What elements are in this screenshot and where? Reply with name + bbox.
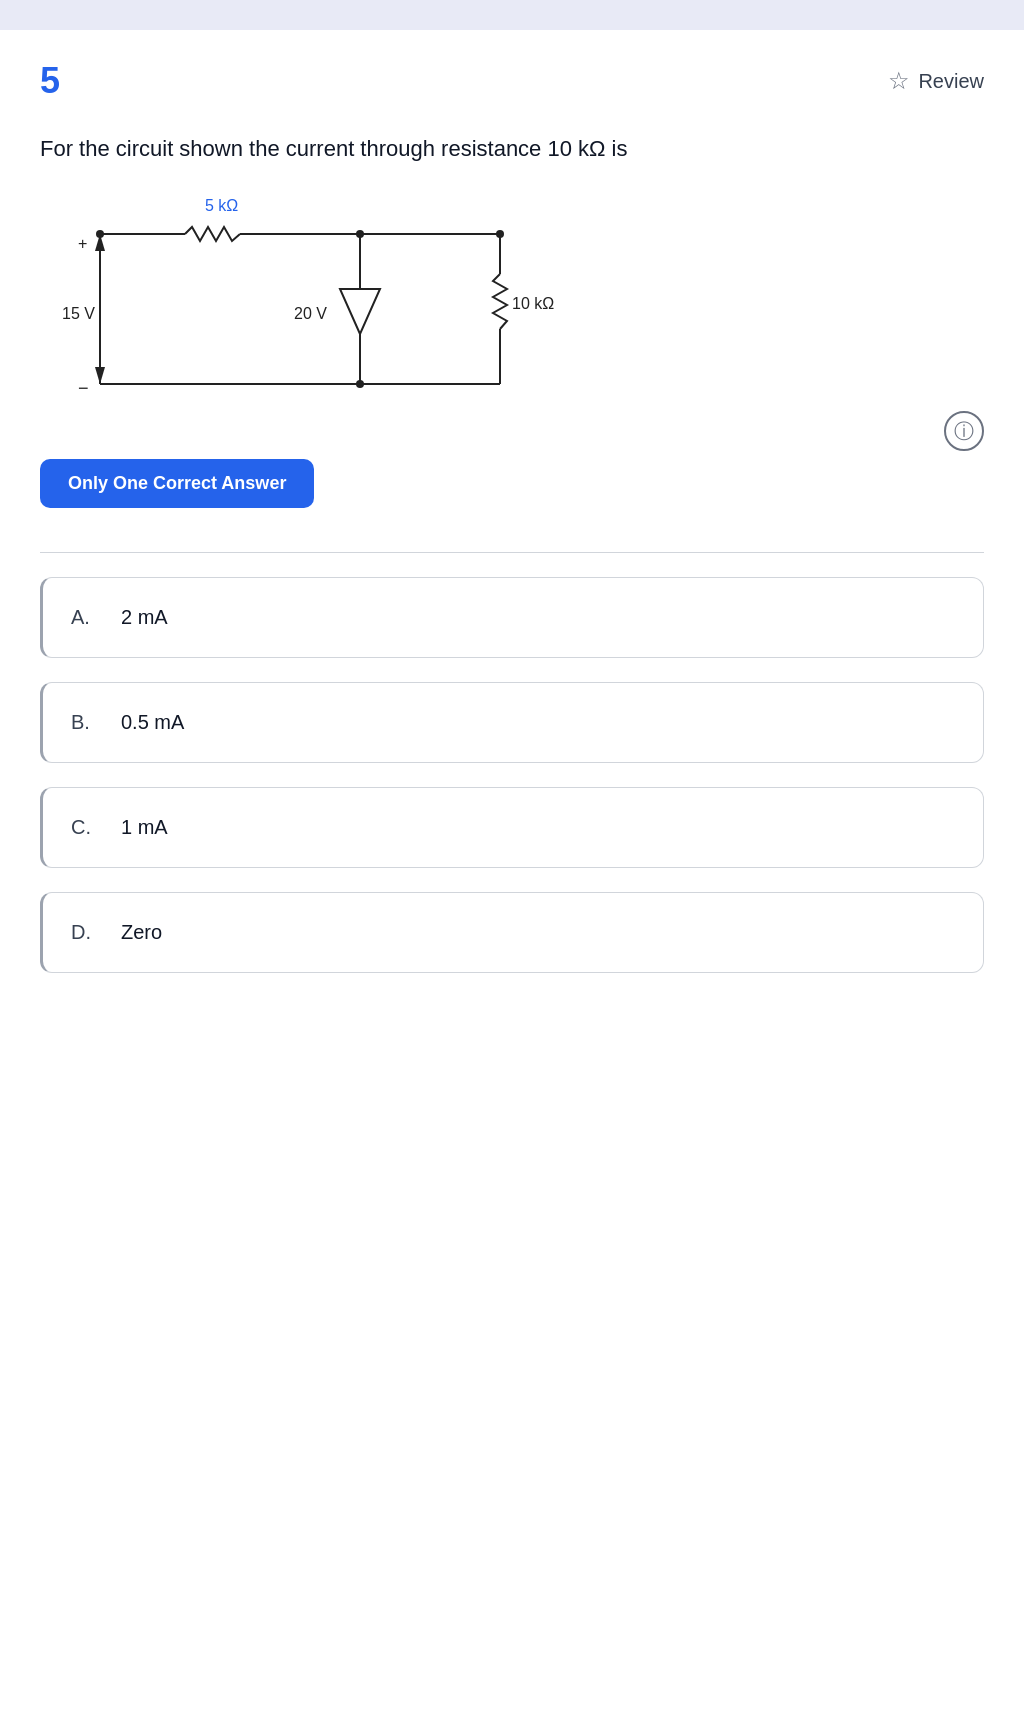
svg-point-19 xyxy=(496,230,504,238)
answer-type-badge: Only One Correct Answer xyxy=(40,459,314,508)
option-d-text: Zero xyxy=(121,921,162,944)
badge-row: Only One Correct Answer ⓘ xyxy=(40,459,984,528)
svg-text:15 V: 15 V xyxy=(62,305,95,322)
option-d-label: D. xyxy=(71,921,101,944)
option-a-text: 2 mA xyxy=(121,606,168,629)
svg-point-18 xyxy=(356,380,364,388)
top-bar xyxy=(0,0,1024,30)
option-c[interactable]: C. 1 mA xyxy=(40,787,984,868)
svg-text:20 V: 20 V xyxy=(294,305,327,322)
option-c-label: C. xyxy=(71,816,101,839)
star-icon: ☆ xyxy=(888,67,910,95)
resistor1-label: 5 kΩ xyxy=(205,197,238,214)
question-text: For the circuit shown the current throug… xyxy=(40,132,984,165)
option-a[interactable]: A. 2 mA xyxy=(40,577,984,658)
review-button[interactable]: ☆ Review xyxy=(888,67,984,95)
option-b[interactable]: B. 0.5 mA xyxy=(40,682,984,763)
svg-text:10 kΩ: 10 kΩ xyxy=(512,295,554,312)
svg-point-17 xyxy=(356,230,364,238)
options-container: A. 2 mA B. 0.5 mA C. 1 mA D. Zero xyxy=(40,577,984,973)
review-label: Review xyxy=(918,70,984,93)
option-b-text: 0.5 mA xyxy=(121,711,184,734)
svg-text:−: − xyxy=(78,378,89,398)
header-row: 5 ☆ Review xyxy=(40,60,984,102)
question-number: 5 xyxy=(40,60,60,102)
option-c-text: 1 mA xyxy=(121,816,168,839)
svg-marker-11 xyxy=(340,289,380,334)
divider xyxy=(40,552,984,553)
svg-marker-6 xyxy=(95,367,105,384)
option-b-label: B. xyxy=(71,711,101,734)
circuit-svg: 5 kΩ + − 15 V xyxy=(40,189,560,429)
circuit-diagram: 5 kΩ + − 15 V xyxy=(40,189,984,429)
content: 5 ☆ Review For the circuit shown the cur… xyxy=(0,30,1024,1003)
svg-point-20 xyxy=(96,230,104,238)
svg-text:+: + xyxy=(78,235,87,252)
option-a-label: A. xyxy=(71,606,101,629)
option-d[interactable]: D. Zero xyxy=(40,892,984,973)
page-container: 5 ☆ Review For the circuit shown the cur… xyxy=(0,0,1024,1716)
